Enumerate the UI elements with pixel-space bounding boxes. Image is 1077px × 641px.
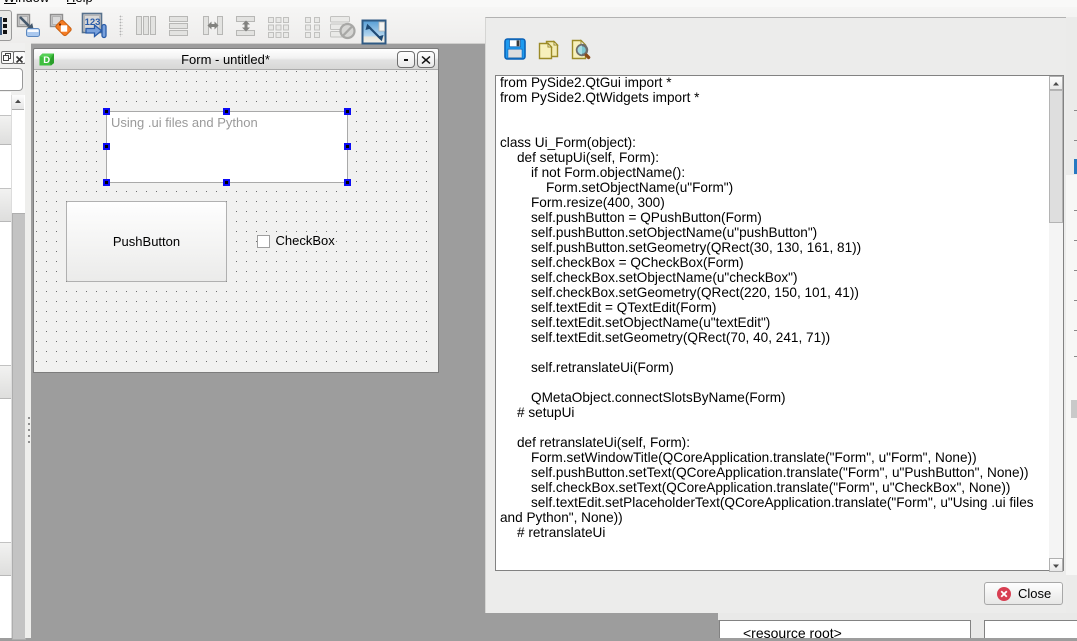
svg-text:123: 123	[85, 17, 101, 28]
svg-text:D: D	[43, 55, 50, 66]
